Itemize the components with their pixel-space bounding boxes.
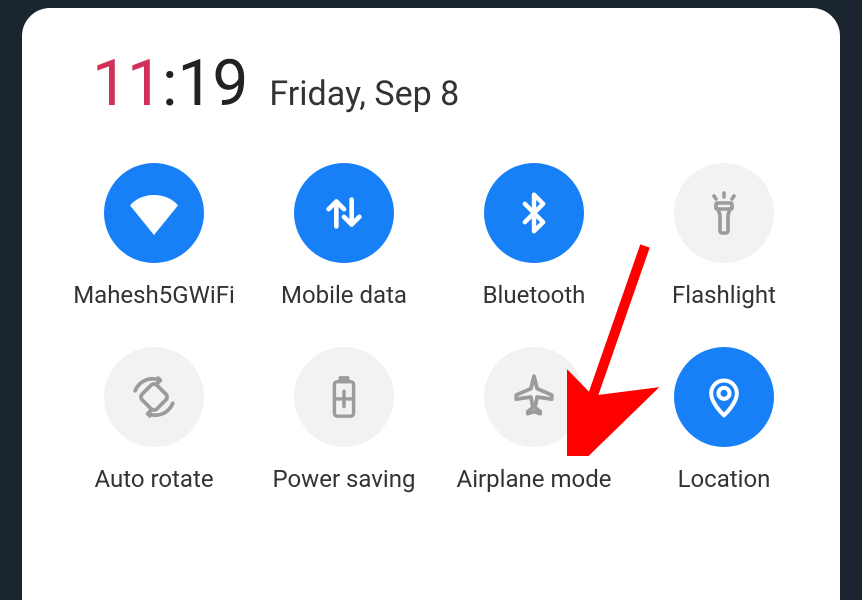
- wifi-tile[interactable]: Mahesh5GWiFi: [64, 163, 244, 309]
- bluetooth-icon: [484, 163, 584, 263]
- auto-rotate-label: Auto rotate: [94, 465, 213, 493]
- clock: 11:19: [92, 46, 247, 121]
- date-label: Friday, Sep 8: [269, 74, 459, 114]
- status-header: 11:19 Friday, Sep 8: [64, 46, 798, 121]
- flashlight-label: Flashlight: [672, 281, 776, 309]
- clock-separator: :: [162, 46, 178, 121]
- power-saving-tile[interactable]: Power saving: [254, 347, 434, 493]
- bluetooth-label: Bluetooth: [483, 281, 586, 309]
- airplane-icon: [484, 347, 584, 447]
- auto-rotate-tile[interactable]: Auto rotate: [64, 347, 244, 493]
- mobile-data-label: Mobile data: [281, 281, 407, 309]
- power-saving-label: Power saving: [273, 465, 416, 493]
- wifi-icon: [104, 163, 204, 263]
- power-saving-icon: [294, 347, 394, 447]
- flashlight-icon: [674, 163, 774, 263]
- quick-settings-grid: Mahesh5GWiFi Mobile data Bluetooth: [64, 163, 798, 493]
- wifi-label: Mahesh5GWiFi: [73, 281, 235, 309]
- airplane-mode-tile[interactable]: Airplane mode: [444, 347, 624, 493]
- quick-settings-panel: 11:19 Friday, Sep 8 Mahesh5GWiFi Mobile …: [22, 8, 840, 600]
- mobile-data-tile[interactable]: Mobile data: [254, 163, 434, 309]
- flashlight-tile[interactable]: Flashlight: [634, 163, 814, 309]
- location-label: Location: [678, 465, 771, 493]
- mobile-data-icon: [294, 163, 394, 263]
- airplane-mode-label: Airplane mode: [457, 465, 612, 493]
- location-icon: [674, 347, 774, 447]
- clock-hours: 11: [92, 46, 162, 121]
- clock-minutes: 19: [177, 46, 247, 121]
- auto-rotate-icon: [104, 347, 204, 447]
- bluetooth-tile[interactable]: Bluetooth: [444, 163, 624, 309]
- location-tile[interactable]: Location: [634, 347, 814, 493]
